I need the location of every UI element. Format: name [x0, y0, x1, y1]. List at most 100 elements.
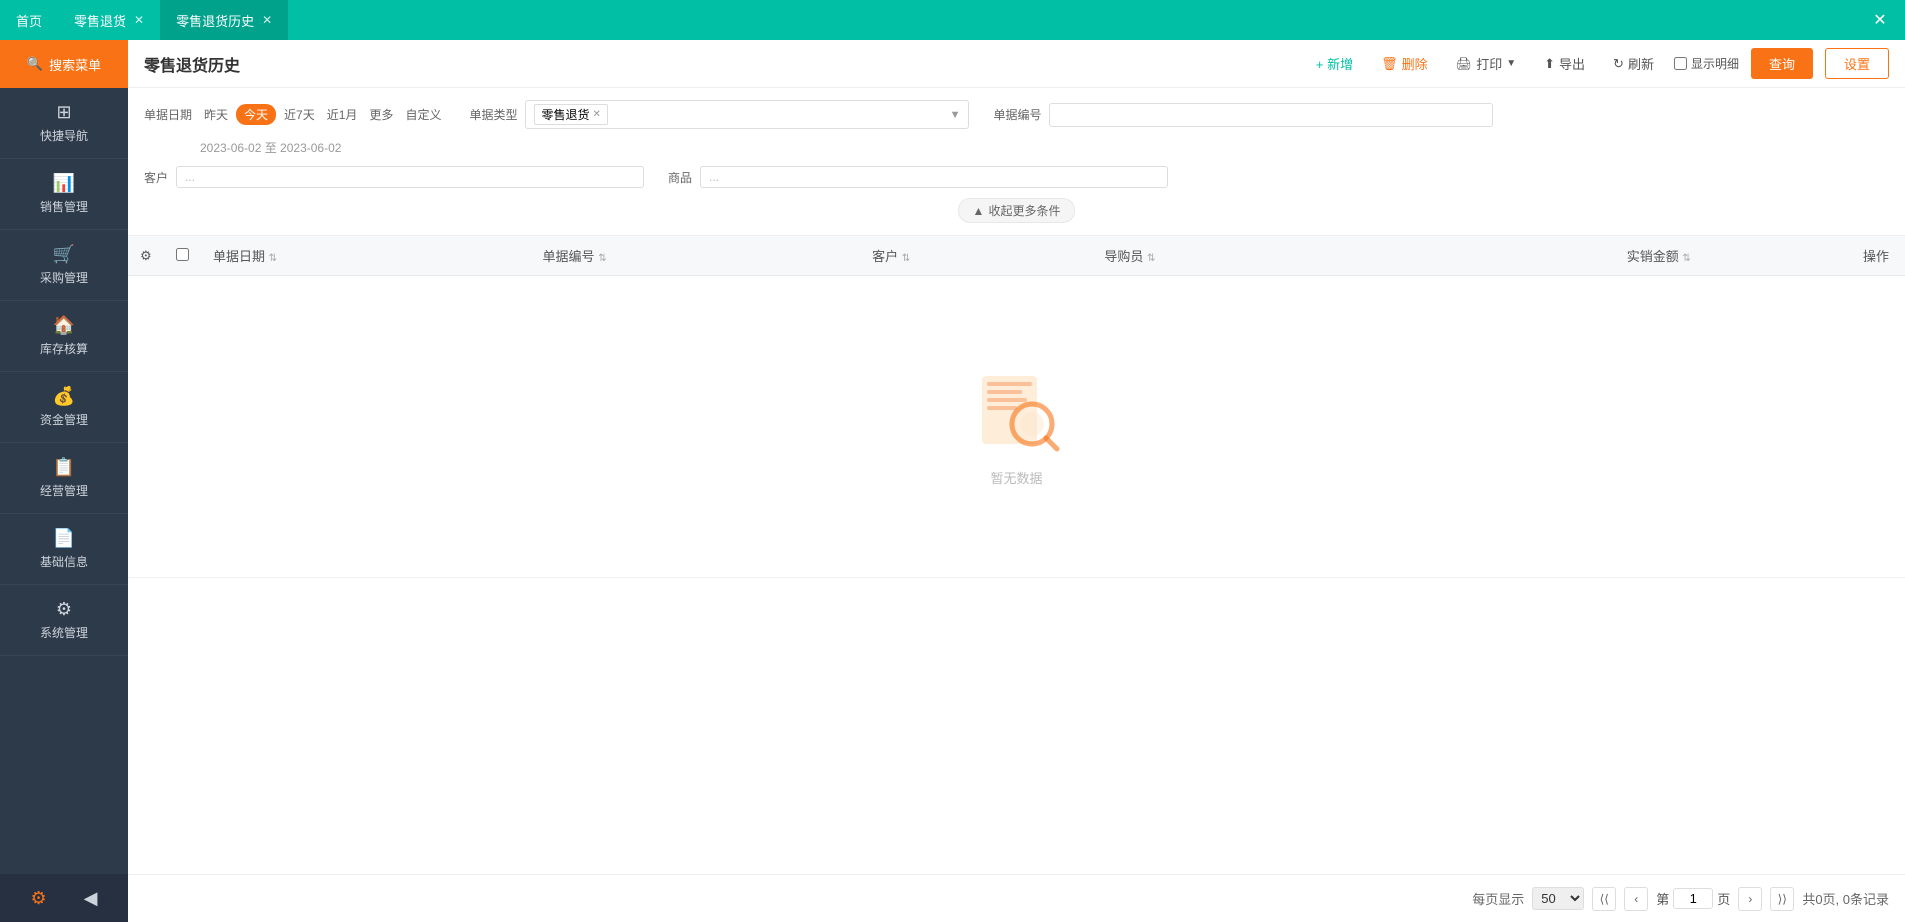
refresh-button-label: 刷新: [1628, 54, 1654, 73]
sales-icon: 📊: [53, 173, 75, 194]
main-layout: 🔍 搜索菜单 ⊞ 快捷导航 📊 销售管理 🛒 采购管理 🏠 库存核算 💰: [0, 40, 1905, 922]
doc-type-tag: 零售退货 ✕: [534, 104, 607, 125]
goods-filter-field: 商品 ...: [668, 166, 1168, 188]
operations-icon: 📋: [53, 457, 75, 478]
empty-state-cell: 暂无数据: [128, 276, 1905, 578]
doc-type-tag-close[interactable]: ✕: [592, 109, 600, 120]
th-check[interactable]: [164, 236, 201, 276]
shortcut-1month[interactable]: 近1月: [323, 104, 362, 125]
tab-home-label: 首页: [16, 11, 42, 30]
customer-select[interactable]: ...: [176, 166, 644, 188]
collapse-button[interactable]: ▲ 收起更多条件: [958, 198, 1076, 223]
sidebar-search[interactable]: 🔍 搜索菜单: [0, 40, 128, 88]
shortcut-7days[interactable]: 近7天: [280, 104, 319, 125]
th-doc-no[interactable]: 单据编号 ⇅: [531, 236, 861, 276]
table-container[interactable]: ⚙ 单据日期 ⇅ 单据编号 ⇅: [128, 236, 1905, 874]
th-doc-date[interactable]: 单据日期 ⇅: [201, 236, 531, 276]
sidebar-item-inventory-label: 库存核算: [40, 340, 88, 357]
show-detail-text: 显示明细: [1691, 55, 1739, 72]
pg-label: 第: [1656, 889, 1669, 908]
goods-select[interactable]: ...: [700, 166, 1168, 188]
collapse-label: 收起更多条件: [988, 202, 1060, 219]
empty-state-row: 暂无数据: [128, 276, 1905, 578]
sidebar-item-system-mgmt[interactable]: ⚙ 系统管理: [0, 585, 128, 656]
sidebar-item-basic-info[interactable]: 📄 基础信息: [0, 514, 128, 585]
search-icon: 🔍: [27, 56, 43, 72]
th-guide-label: 导购员: [1104, 249, 1143, 264]
window-close-button[interactable]: ✕: [1855, 0, 1905, 40]
volume-footer-icon[interactable]: ◀: [84, 888, 98, 909]
toolbar: + 新增 🗑 删除 🖨 打印 ▼ ⬆ 导出 ↻ 刷新: [1308, 48, 1889, 79]
th-action-label: 操作: [1863, 249, 1889, 264]
show-detail-checkbox[interactable]: [1674, 57, 1687, 70]
sidebar-item-purchase-mgmt[interactable]: 🛒 采购管理: [0, 230, 128, 301]
settings-footer-icon[interactable]: ⚙: [31, 888, 47, 909]
pg-input[interactable]: [1673, 888, 1713, 909]
table-setting-icon[interactable]: ⚙: [140, 248, 152, 263]
th-doc-no-sort-icon: ⇅: [598, 253, 606, 264]
per-page-select[interactable]: 10 20 50 100: [1532, 887, 1584, 910]
refresh-button[interactable]: ↻ 刷新: [1605, 50, 1662, 77]
table-check-all[interactable]: [176, 248, 189, 261]
show-detail-checkbox-label[interactable]: 显示明细: [1674, 55, 1739, 72]
system-mgmt-icon: ⚙: [56, 599, 72, 620]
shortcut-today[interactable]: 今天: [236, 104, 276, 125]
sidebar-item-quick-nav-label: 快捷导航: [40, 127, 88, 144]
doc-no-filter-field: 单据编号: [993, 103, 1493, 127]
tab-retail-return[interactable]: 零售退货 ✕: [58, 0, 160, 40]
sidebar-item-operations-label: 经营管理: [40, 482, 88, 499]
doc-type-select[interactable]: 零售退货 ✕ ▼: [525, 100, 969, 129]
pg-last-button[interactable]: ⟩⟩: [1770, 887, 1794, 911]
pg-prev-button[interactable]: ‹: [1624, 887, 1648, 911]
tab-retail-return-close[interactable]: ✕: [134, 13, 144, 27]
shortcut-custom[interactable]: 自定义: [401, 104, 445, 125]
doc-type-tag-label: 零售退货: [541, 106, 589, 123]
shortcut-yesterday[interactable]: 昨天: [200, 104, 232, 125]
doc-no-input[interactable]: [1049, 103, 1493, 127]
sidebar-item-sales-mgmt[interactable]: 📊 销售管理: [0, 159, 128, 230]
tab-retail-return-history-close[interactable]: ✕: [262, 13, 272, 27]
sidebar-item-finance-label: 资金管理: [40, 411, 88, 428]
sidebar-item-finance[interactable]: 💰 资金管理: [0, 372, 128, 443]
export-button-label: 导出: [1559, 54, 1585, 73]
sidebar-item-system-mgmt-label: 系统管理: [40, 624, 88, 641]
th-setting[interactable]: ⚙: [128, 236, 164, 276]
doc-no-filter-label: 单据编号: [993, 106, 1041, 123]
th-actual-amount[interactable]: 实销金额 ⇅: [1373, 236, 1703, 276]
collapse-up-icon: ▲: [973, 204, 985, 218]
per-page-label: 每页显示: [1472, 889, 1524, 908]
delete-button-label: 删除: [1402, 54, 1428, 73]
goods-dots: ...: [709, 170, 719, 184]
th-actual-amount-label: 实销金额: [1627, 249, 1679, 264]
refresh-icon: ↻: [1613, 56, 1624, 72]
doc-type-filter-field: 单据类型 零售退货 ✕ ▼: [469, 100, 969, 129]
tab-retail-return-label: 零售退货: [74, 11, 126, 30]
tab-home[interactable]: 首页: [0, 0, 58, 40]
sidebar-item-quick-nav[interactable]: ⊞ 快捷导航: [0, 88, 128, 159]
delete-button[interactable]: 🗑 删除: [1373, 50, 1436, 77]
sidebar-search-label: 搜索菜单: [49, 55, 101, 74]
print-button[interactable]: 🖨 打印 ▼: [1448, 50, 1524, 77]
sidebar: 🔍 搜索菜单 ⊞ 快捷导航 📊 销售管理 🛒 采购管理 🏠 库存核算 💰: [0, 40, 128, 922]
pg-unit: 页: [1717, 889, 1730, 908]
sidebar-item-operations[interactable]: 📋 经营管理: [0, 443, 128, 514]
th-customer[interactable]: 客户 ⇅: [860, 236, 1092, 276]
pg-next-button[interactable]: ›: [1738, 887, 1762, 911]
shortcut-more[interactable]: 更多: [365, 104, 397, 125]
empty-state-message: 暂无数据: [990, 468, 1042, 487]
th-customer-label: 客户: [872, 249, 898, 264]
th-guide-sort-icon: ⇅: [1147, 253, 1155, 264]
date-shortcuts: 昨天 今天 近7天 近1月 更多 自定义: [200, 104, 445, 125]
setting-button[interactable]: 设置: [1825, 48, 1889, 79]
export-button[interactable]: ⬆ 导出: [1536, 50, 1593, 77]
tab-retail-return-history[interactable]: 零售退货历史 ✕: [160, 0, 288, 40]
empty-state: 暂无数据: [140, 286, 1893, 567]
new-button[interactable]: + 新增: [1308, 50, 1361, 77]
th-guide[interactable]: 导购员 ⇅: [1092, 236, 1373, 276]
pg-first-button[interactable]: ⟨⟨: [1592, 887, 1616, 911]
query-button[interactable]: 查询: [1751, 48, 1813, 79]
total-info: 共0页, 0条记录: [1802, 889, 1889, 908]
th-customer-sort-icon: ⇅: [902, 253, 910, 264]
sidebar-item-inventory[interactable]: 🏠 库存核算: [0, 301, 128, 372]
page-title: 零售退货历史: [144, 52, 240, 76]
